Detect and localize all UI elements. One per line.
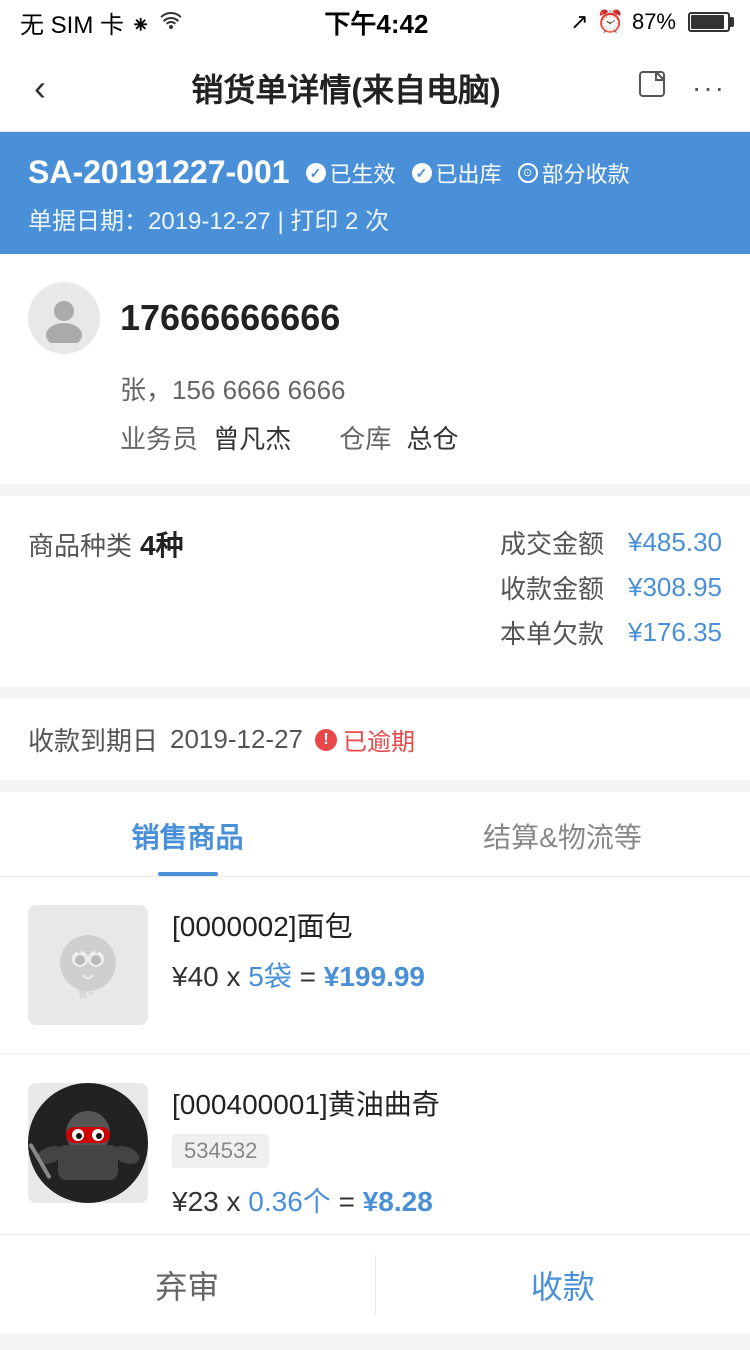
- tabs: 销售商品 结算&物流等: [0, 792, 750, 877]
- stats-section: 商品种类4种 成交金额 ¥485.30 收款金额 ¥308.95 本单欠款 ¥1…: [0, 496, 750, 687]
- debt-item: 本单欠款 ¥176.35: [500, 614, 722, 651]
- status-left: 无 SIM 卡 ⁕: [20, 5, 183, 40]
- sales-info: 业务员 曾凡杰: [120, 419, 291, 456]
- battery-icon: [688, 12, 730, 32]
- due-label: 收款到期日: [28, 721, 158, 758]
- clock-icon: ⊙: [518, 163, 538, 183]
- product-info-2: [000400001]黄油曲奇 534532 ¥23 x 0.36个 = ¥8.…: [172, 1083, 722, 1220]
- cancel-button[interactable]: 弃审: [0, 1235, 375, 1334]
- tab-sales[interactable]: 销售商品: [0, 792, 375, 876]
- order-date: 单据日期：2019-12-27 | 打印 2 次: [28, 201, 722, 236]
- due-date: 2019-12-27: [170, 724, 303, 755]
- collect-button[interactable]: 收款: [376, 1235, 750, 1334]
- page-title: 销货单详情(来自电脑): [191, 65, 500, 111]
- product-image-2: [28, 1083, 148, 1203]
- received-item: 收款金额 ¥308.95: [500, 569, 722, 606]
- status-right: ↗ ⏰ 87%: [570, 9, 730, 35]
- check-icon: ✓: [306, 163, 326, 183]
- sales-label: 业务员: [120, 424, 198, 454]
- bottom-bar: 弃审 收款: [0, 1234, 750, 1334]
- product-price-1: ¥40 x 5袋 = ¥199.99: [172, 955, 722, 995]
- status-bar: 无 SIM 卡 ⁕ 下午4:42 ↗ ⏰ 87%: [0, 0, 750, 44]
- avatar: [28, 282, 100, 354]
- status-time: 下午4:42: [324, 4, 428, 41]
- list-item: [000400001]黄油曲奇 534532 ¥23 x 0.36个 = ¥8.…: [0, 1055, 750, 1248]
- sales-name: 曾凡杰: [213, 424, 291, 454]
- badge-partial: ⊙ 部分收款: [518, 157, 630, 189]
- customer-section: 17666666666 张，156 6666 6666 业务员 曾凡杰 仓库 总…: [0, 254, 750, 484]
- overdue-icon: !: [315, 729, 337, 751]
- stats-right: 成交金额 ¥485.30 收款金额 ¥308.95 本单欠款 ¥176.35: [500, 524, 722, 659]
- order-id: SA-20191227-001: [28, 154, 290, 191]
- product-sku: 534532: [172, 1134, 269, 1168]
- sim-status: 无 SIM 卡 ⁕: [20, 5, 151, 40]
- due-section: 收款到期日 2019-12-27 ! 已逾期: [0, 699, 750, 780]
- customer-name: 17666666666: [120, 297, 340, 339]
- customer-row: 17666666666: [28, 282, 722, 354]
- customer-meta: 业务员 曾凡杰 仓库 总仓: [28, 419, 722, 456]
- share-button[interactable]: [636, 68, 668, 108]
- debt-value: ¥176.35: [628, 617, 722, 648]
- customer-detail: 张，156 6666 6666: [28, 370, 722, 407]
- badge-shipped: ✓ 已出库: [412, 157, 502, 189]
- amount-value: ¥485.30: [628, 527, 722, 558]
- product-info-1: [0000002]面包 ¥40 x 5袋 = ¥199.99: [172, 905, 722, 995]
- tab-settlement[interactable]: 结算&物流等: [375, 792, 750, 876]
- received-value: ¥308.95: [628, 572, 722, 603]
- back-button[interactable]: ‹: [24, 57, 56, 119]
- check-icon-2: ✓: [412, 163, 432, 183]
- overdue-badge: ! 已逾期: [315, 722, 415, 757]
- badge-effective: ✓ 已生效: [306, 157, 396, 189]
- nav-actions: ···: [636, 68, 726, 108]
- battery-percent: 87%: [632, 9, 676, 35]
- order-header: SA-20191227-001 ✓ 已生效 ✓ 已出库 ⊙ 部分收款 单据日期：…: [0, 132, 750, 254]
- product-name-2: [000400001]黄油曲奇: [172, 1083, 722, 1123]
- product-name-1: [0000002]面包: [172, 905, 722, 945]
- svg-text:鲁+: 鲁+: [78, 987, 94, 1000]
- warehouse-info: 仓库 总仓: [339, 419, 458, 456]
- product-image-1: 鲁+: [28, 905, 148, 1025]
- alarm-icon: ⏰: [597, 9, 624, 35]
- nav-bar: ‹ 销货单详情(来自电脑) ···: [0, 44, 750, 132]
- stats-row: 商品种类4种 成交金额 ¥485.30 收款金额 ¥308.95 本单欠款 ¥1…: [28, 524, 722, 659]
- warehouse-name: 总仓: [407, 424, 459, 454]
- more-button[interactable]: ···: [692, 72, 726, 104]
- product-list: 鲁+ [0000002]面包 ¥40 x 5袋 = ¥199.99: [0, 877, 750, 1248]
- location-icon: ↗: [570, 9, 588, 35]
- wifi-icon: [159, 9, 183, 35]
- overdue-text: 已逾期: [343, 722, 415, 757]
- amount-item: 成交金额 ¥485.30: [500, 524, 722, 561]
- list-item: 鲁+ [0000002]面包 ¥40 x 5袋 = ¥199.99: [0, 877, 750, 1053]
- stats-left: 商品种类4种: [28, 524, 184, 564]
- product-price-2: ¥23 x 0.36个 = ¥8.28: [172, 1180, 722, 1220]
- warehouse-label: 仓库: [339, 424, 391, 454]
